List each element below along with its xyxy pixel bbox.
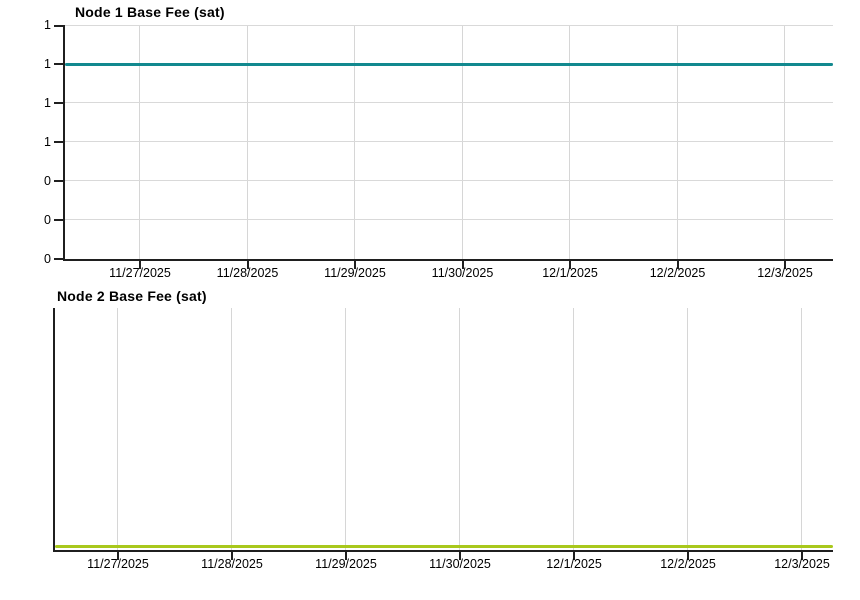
x-axis-tick-label: 11/27/2025 bbox=[87, 557, 149, 571]
gridline-vertical bbox=[459, 308, 460, 550]
y-axis-tick-mark bbox=[54, 63, 63, 65]
x-axis-tick-label: 12/3/2025 bbox=[757, 266, 813, 280]
y-axis-tick-label: 1 bbox=[44, 135, 51, 149]
gridline-vertical bbox=[345, 308, 346, 550]
base-fee-dashboard: Node 1 Base Fee (sat) 11/27/2025 11/28/20… bbox=[0, 0, 860, 600]
y-axis-tick-mark bbox=[54, 258, 63, 260]
x-axis-line bbox=[63, 259, 833, 261]
gridline-vertical bbox=[676, 25, 678, 259]
x-axis-tick-label: 12/2/2025 bbox=[660, 557, 716, 571]
y-axis-tick-label: 0 bbox=[44, 213, 51, 227]
gridline-vertical bbox=[117, 308, 118, 550]
y-axis-tick-mark bbox=[54, 102, 63, 104]
gridline-vertical bbox=[784, 25, 785, 259]
x-axis-tick-label: 12/1/2025 bbox=[542, 266, 598, 280]
gridline-vertical bbox=[354, 25, 355, 259]
x-axis-tick-label: 11/28/2025 bbox=[201, 557, 263, 571]
gridline-vertical bbox=[801, 308, 802, 550]
x-axis-tick-label: 12/3/2025 bbox=[774, 557, 830, 571]
chart-title-node1: Node 1 Base Fee (sat) bbox=[75, 4, 225, 20]
gridline-vertical bbox=[573, 308, 574, 550]
y-axis-tick-label: 1 bbox=[44, 96, 51, 110]
gridline-horizontal bbox=[65, 219, 833, 220]
gridline-vertical bbox=[139, 25, 140, 259]
x-axis-tick-label: 11/29/2025 bbox=[324, 266, 386, 280]
gridline-vertical bbox=[461, 25, 463, 259]
x-axis-tick-label: 11/30/2025 bbox=[429, 557, 491, 571]
y-axis-tick-mark bbox=[54, 25, 63, 27]
y-axis-tick-label: 0 bbox=[44, 252, 51, 266]
gridline-horizontal bbox=[65, 141, 833, 142]
gridline-vertical bbox=[569, 25, 570, 259]
x-axis-line bbox=[53, 550, 833, 552]
gridline-horizontal bbox=[65, 102, 833, 103]
x-axis-tick-label: 11/27/2025 bbox=[109, 266, 171, 280]
x-axis-tick-label: 11/30/2025 bbox=[431, 266, 494, 280]
chart-title-node2: Node 2 Base Fee (sat) bbox=[57, 288, 207, 304]
gridline-vertical bbox=[687, 308, 688, 550]
y-axis-line bbox=[63, 25, 65, 261]
gridline-horizontal bbox=[65, 180, 833, 181]
y-axis-tick-mark bbox=[54, 141, 63, 143]
series-line-node1 bbox=[65, 63, 833, 66]
x-axis-tick-label: 12/2/2025 bbox=[649, 266, 706, 280]
y-axis-tick-label: 0 bbox=[44, 174, 51, 188]
gridline-vertical bbox=[231, 308, 232, 550]
x-axis-tick-label: 11/29/2025 bbox=[315, 557, 377, 571]
chart-plot-area-node1: 11/27/2025 11/28/2025 11/29/2025 11/30/2025… bbox=[44, 18, 833, 280]
series-line-node2 bbox=[55, 545, 833, 548]
x-axis-tick-label: 11/28/2025 bbox=[216, 266, 279, 280]
y-axis-line bbox=[53, 308, 55, 552]
gridline-horizontal bbox=[65, 25, 833, 26]
y-axis-tick-mark bbox=[54, 219, 63, 221]
x-axis-tick-label: 12/1/2025 bbox=[546, 557, 602, 571]
gridline-vertical bbox=[246, 25, 248, 259]
y-axis-tick-label: 1 bbox=[44, 57, 51, 71]
y-axis-tick-label: 1 bbox=[44, 18, 51, 32]
chart-plot-area-node2: 11/27/2025 11/28/2025 11/29/2025 11/30/2025… bbox=[53, 308, 833, 571]
y-axis-tick-mark bbox=[54, 180, 63, 182]
